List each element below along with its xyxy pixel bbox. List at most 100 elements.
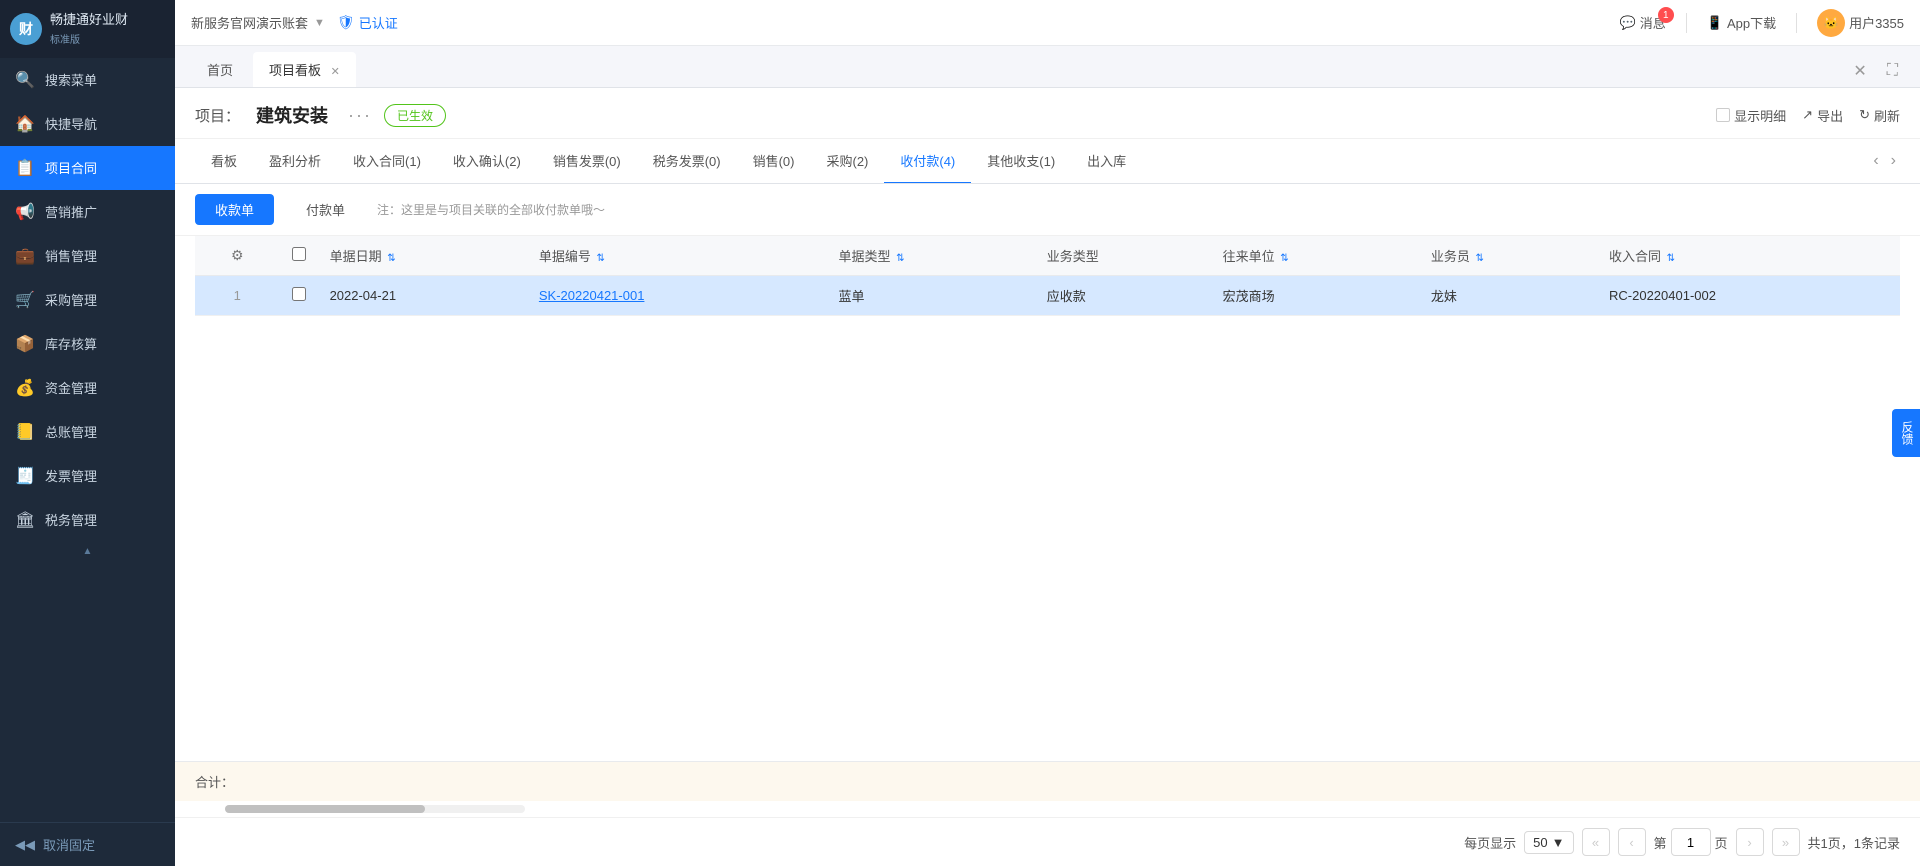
page-number-input[interactable] bbox=[1671, 828, 1711, 856]
sidebar-item-sales[interactable]: 💼 销售管理 bbox=[0, 234, 175, 278]
content-area: 项目： 建筑安装 ··· 已生效 显示明细 ↗ 导出 ↻ 刷新 bbox=[175, 88, 1920, 866]
row-checkbox-cell bbox=[280, 276, 318, 316]
topbar-actions: 💬 消息 1 📱 App下载 🐱 用户3355 bbox=[1620, 9, 1904, 37]
export-button[interactable]: ↗ 导出 bbox=[1802, 106, 1843, 125]
last-page-button[interactable]: » bbox=[1772, 828, 1800, 856]
row-number-link[interactable]: SK-20220421-001 bbox=[527, 276, 827, 316]
tab-project-board[interactable]: 项目看板 ✕ bbox=[253, 52, 356, 87]
th-gear[interactable]: ⚙ bbox=[195, 236, 280, 276]
sidebar-item-tax[interactable]: 🏛 税务管理 bbox=[0, 498, 175, 542]
next-page-button[interactable]: › bbox=[1736, 828, 1764, 856]
sub-tab-prev-icon[interactable]: ‹ bbox=[1869, 148, 1882, 174]
page-size-selector[interactable]: 50 ▼ bbox=[1524, 831, 1573, 854]
table-row[interactable]: 1 2022-04-21 SK-20220421-001 蓝单 应收款 宏茂商场… bbox=[195, 276, 1900, 316]
th-biz-type: 业务类型 bbox=[1035, 236, 1211, 276]
sub-tab-sales-invoice[interactable]: 销售发票(0) bbox=[537, 139, 637, 184]
sub-tab-tax-invoice[interactable]: 税务发票(0) bbox=[637, 139, 737, 184]
sidebar-item-ledger[interactable]: 📒 总账管理 bbox=[0, 410, 175, 454]
sidebar-item-invoice[interactable]: 🧾 发票管理 bbox=[0, 454, 175, 498]
tab-home[interactable]: 首页 bbox=[191, 52, 249, 87]
sub-tabs: 看板 盈利分析 收入合同(1) 收入确认(2) 销售发票(0) 税务发票(0) … bbox=[175, 139, 1920, 184]
th-contract[interactable]: 收入合同 ⇅ bbox=[1597, 236, 1900, 276]
marketing-icon: 📢 bbox=[15, 202, 35, 222]
sidebar-item-label: 采购管理 bbox=[45, 290, 97, 309]
sub-tab-other[interactable]: 其他收支(1) bbox=[971, 139, 1071, 184]
sort-icon: ⇅ bbox=[1475, 253, 1483, 264]
sidebar-item-purchase[interactable]: 🛒 采购管理 bbox=[0, 278, 175, 322]
user-profile[interactable]: 🐱 用户3355 bbox=[1817, 9, 1904, 37]
th-date[interactable]: 单据日期 ⇅ bbox=[318, 236, 527, 276]
th-salesperson[interactable]: 业务员 ⇅ bbox=[1419, 236, 1597, 276]
app-download-button[interactable]: 📱 App下载 bbox=[1707, 13, 1776, 32]
first-page-button[interactable]: « bbox=[1582, 828, 1610, 856]
show-detail-checkbox[interactable] bbox=[1716, 108, 1730, 122]
tab-project-board-label: 项目看板 bbox=[269, 63, 321, 78]
app-name: 畅捷通好业财 bbox=[50, 12, 128, 29]
page-input-area: 第 页 bbox=[1654, 828, 1728, 856]
window-controls: ✕ ⛶ bbox=[1847, 59, 1904, 87]
sub-tab-nav: ‹ › bbox=[1869, 148, 1900, 174]
sub-tab-warehouse[interactable]: 出入库 bbox=[1071, 139, 1142, 184]
scrollbar-thumb[interactable] bbox=[225, 805, 425, 813]
sidebar-item-marketing[interactable]: 📢 营销推广 bbox=[0, 190, 175, 234]
sub-tab-profit[interactable]: 盈利分析 bbox=[253, 139, 337, 184]
app-download-label: App下载 bbox=[1727, 13, 1776, 32]
total-page-info: 共1页，1条记录 bbox=[1808, 833, 1900, 852]
maximize-button[interactable]: ⛶ bbox=[1881, 60, 1904, 82]
refresh-icon: ↻ bbox=[1859, 107, 1870, 123]
sidebar-item-label: 快捷导航 bbox=[45, 114, 97, 133]
close-button[interactable]: ✕ bbox=[1847, 59, 1872, 83]
receipt-table: ⚙ 单据日期 ⇅ 单据编号 ⇅ bbox=[195, 236, 1900, 316]
sub-tab-payment[interactable]: 收付款(4) bbox=[884, 139, 971, 184]
th-type[interactable]: 单据类型 ⇅ bbox=[827, 236, 1035, 276]
sub-tab-next-icon[interactable]: › bbox=[1887, 148, 1900, 174]
sub-tab-purchase[interactable]: 采购(2) bbox=[810, 139, 884, 184]
sidebar-item-finance[interactable]: 💰 资金管理 bbox=[0, 366, 175, 410]
sidebar-item-project-contract[interactable]: 📋 项目合同 bbox=[0, 146, 175, 190]
inventory-icon: 📦 bbox=[15, 334, 35, 354]
sidebar-item-inventory[interactable]: 📦 库存核算 bbox=[0, 322, 175, 366]
horizontal-scrollbar[interactable] bbox=[225, 805, 525, 813]
sidebar-item-search[interactable]: 🔍 搜索菜单 bbox=[0, 58, 175, 102]
feedback-button[interactable]: 反馈 bbox=[1892, 409, 1920, 457]
document-link[interactable]: SK-20220421-001 bbox=[539, 288, 645, 303]
topbar: 新服务官网演示账套 ▼ 🛡 已认证 💬 消息 1 📱 App下载 🐱 用户335… bbox=[175, 0, 1920, 46]
message-button[interactable]: 💬 消息 1 bbox=[1620, 13, 1666, 32]
sidebar-item-label: 税务管理 bbox=[45, 510, 97, 529]
table-footer: 合计： bbox=[175, 761, 1920, 801]
sub-tab-board[interactable]: 看板 bbox=[195, 139, 253, 184]
sub-tab-income-confirm[interactable]: 收入确认(2) bbox=[437, 139, 537, 184]
show-detail-toggle[interactable]: 显示明细 bbox=[1716, 106, 1786, 125]
pagination: 每页显示 50 ▼ « ‹ 第 页 › » 共1页，1条记录 bbox=[175, 817, 1920, 866]
sort-icon: ⇅ bbox=[387, 253, 395, 264]
sub-tab-income-contract[interactable]: 收入合同(1) bbox=[337, 139, 437, 184]
sub-nav-note: 注：这里是与项目关联的全部收付款单哦～ bbox=[377, 201, 605, 218]
export-icon: ↗ bbox=[1802, 107, 1813, 123]
certified-badge: 🛡 已认证 bbox=[337, 13, 398, 32]
row-checkbox[interactable] bbox=[292, 287, 306, 301]
receipt-tab-button[interactable]: 收款单 bbox=[195, 194, 274, 225]
more-options-icon[interactable]: ··· bbox=[348, 105, 372, 126]
th-partner[interactable]: 往来单位 ⇅ bbox=[1211, 236, 1419, 276]
pin-icon: ◀◀ bbox=[15, 837, 35, 853]
refresh-button[interactable]: ↻ 刷新 bbox=[1859, 106, 1900, 125]
project-header: 项目： 建筑安装 ··· 已生效 显示明细 ↗ 导出 ↻ 刷新 bbox=[175, 88, 1920, 139]
payment-tab-button[interactable]: 付款单 bbox=[286, 194, 365, 225]
th-number[interactable]: 单据编号 ⇅ bbox=[527, 236, 827, 276]
account-name: 新服务官网演示账套 bbox=[191, 13, 308, 32]
ledger-icon: 📒 bbox=[15, 422, 35, 442]
prev-page-button[interactable]: ‹ bbox=[1618, 828, 1646, 856]
project-actions: 显示明细 ↗ 导出 ↻ 刷新 bbox=[1716, 106, 1900, 125]
account-selector[interactable]: 新服务官网演示账套 ▼ bbox=[191, 13, 325, 32]
row-type: 蓝单 bbox=[827, 276, 1035, 316]
sidebar-item-quicknav[interactable]: 🏠 快捷导航 bbox=[0, 102, 175, 146]
sub-tab-sales[interactable]: 销售(0) bbox=[737, 139, 811, 184]
tab-close-icon[interactable]: ✕ bbox=[331, 66, 340, 78]
sidebar-item-label: 发票管理 bbox=[45, 466, 97, 485]
select-all-checkbox[interactable] bbox=[292, 247, 306, 261]
message-badge: 1 bbox=[1658, 7, 1674, 23]
app-logo: 财 bbox=[10, 13, 42, 45]
sidebar-cancel-pin[interactable]: ◀◀ 取消固定 bbox=[0, 822, 175, 866]
sidebar-header: 财 畅捷通好业财 标准版 bbox=[0, 0, 175, 58]
table-wrapper: ⚙ 单据日期 ⇅ 单据编号 ⇅ bbox=[175, 236, 1920, 761]
